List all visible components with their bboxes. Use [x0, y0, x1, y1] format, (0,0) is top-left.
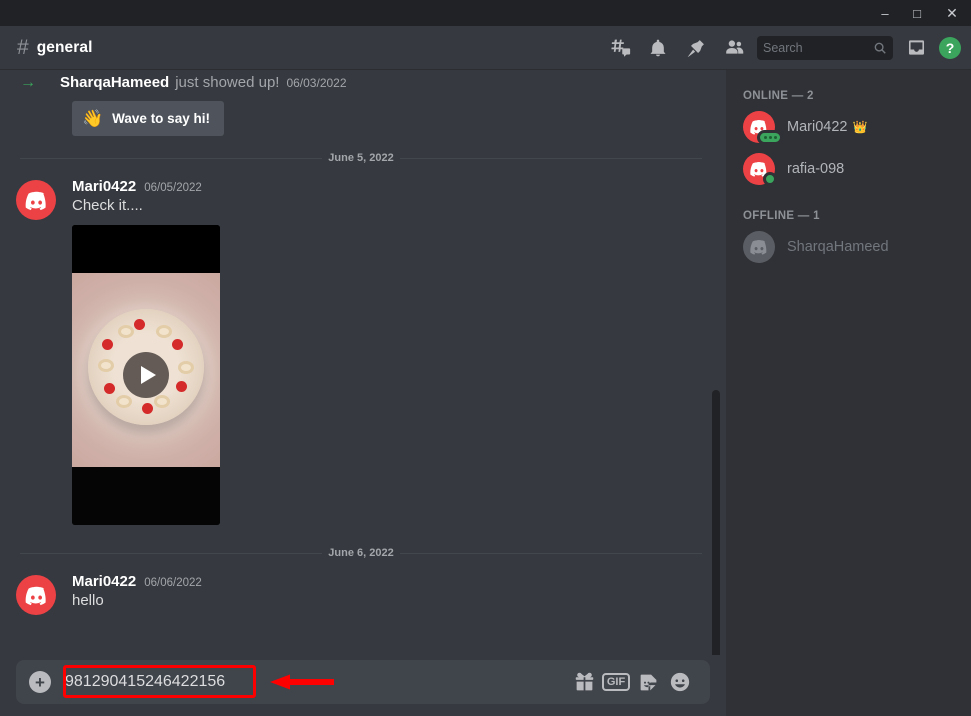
search-icon — [873, 41, 887, 55]
member-name: SharqaHameed — [787, 239, 889, 255]
system-message-timestamp: 06/03/2022 — [286, 76, 347, 90]
online-status-icon — [763, 172, 777, 186]
inbox-icon[interactable] — [897, 29, 935, 67]
gif-icon[interactable]: GIF — [600, 666, 632, 698]
divider-line — [20, 157, 323, 159]
add-attachment-button[interactable]: + — [29, 671, 51, 693]
waving-hand-icon: 👋 — [82, 108, 104, 128]
play-icon[interactable] — [123, 352, 169, 398]
video-letterbox — [72, 467, 220, 525]
search-box[interactable] — [757, 35, 893, 60]
member-list-sidebar: ONLINE — 2 Mari0422 👑 rafia-098 OFFLINE … — [726, 70, 971, 716]
channel-name: general — [36, 38, 93, 56]
sticker-icon[interactable] — [632, 666, 664, 698]
message-row: Mari0422 06/06/2022 hello — [0, 569, 726, 615]
system-join-message: → SharqaHameed just showed up! 06/03/202… — [0, 70, 726, 136]
video-header — [72, 225, 220, 273]
date-divider-june-5: June 5, 2022 — [20, 152, 702, 164]
message-body: Mari0422 06/05/2022 Check it.... — [72, 178, 220, 525]
video-attachment[interactable]: VID-202206... 1.33 MB — [72, 225, 220, 525]
gif-label: GIF — [601, 672, 631, 692]
notification-bell-icon[interactable] — [639, 29, 677, 67]
avatar[interactable] — [16, 575, 56, 615]
member-name: rafia-098 — [787, 161, 845, 177]
member-row-sharqahameed[interactable]: SharqaHameed — [726, 226, 971, 268]
message-scrollbar[interactable] — [712, 390, 720, 655]
divider-line — [20, 552, 323, 554]
date-divider-june-6: June 6, 2022 — [20, 547, 702, 559]
wave-to-say-hi-button[interactable]: 👋 Wave to say hi! — [72, 101, 224, 136]
crown-icon: 👑 — [852, 120, 868, 134]
offline-group-header: OFFLINE — 1 — [743, 210, 820, 222]
avatar-wrapper — [743, 153, 777, 186]
message-text: hello — [72, 592, 104, 609]
header-icon-group: ? — [601, 26, 971, 70]
message-author[interactable]: Mari0422 — [72, 573, 136, 590]
member-row-mari0422[interactable]: Mari0422 👑 — [726, 106, 971, 148]
minimize-button[interactable]: – — [869, 0, 901, 26]
wave-button-label: Wave to say hi! — [112, 111, 210, 126]
divider-line — [399, 552, 702, 554]
help-icon[interactable]: ? — [939, 36, 961, 59]
message-timestamp: 06/05/2022 — [144, 182, 202, 194]
online-group-header: ONLINE — 2 — [743, 90, 814, 102]
member-row-rafia-098[interactable]: rafia-098 — [726, 148, 971, 190]
message-composer: + GIF — [16, 660, 710, 704]
system-message-text: just showed up! — [175, 74, 280, 91]
gift-icon[interactable] — [568, 666, 600, 698]
custom-status-icon — [757, 130, 783, 145]
composer-icon-group: GIF — [568, 666, 696, 698]
divider-line — [399, 157, 702, 159]
threads-icon[interactable] — [601, 29, 639, 67]
maximize-button[interactable]: □ — [901, 0, 933, 26]
avatar[interactable] — [16, 180, 56, 220]
channel-header: # general ? — [0, 26, 971, 70]
system-message-user[interactable]: SharqaHameed — [60, 74, 169, 91]
hash-icon: # — [17, 36, 29, 59]
member-list-icon[interactable] — [715, 29, 753, 67]
avatar-wrapper — [743, 231, 775, 263]
join-arrow-icon: → — [20, 74, 36, 91]
message-input[interactable] — [65, 673, 568, 691]
message-timestamp: 06/06/2022 — [144, 577, 202, 589]
date-divider-label: June 6, 2022 — [328, 547, 394, 559]
search-input[interactable] — [763, 40, 867, 55]
message-text: Check it.... — [72, 197, 143, 214]
message-list: → SharqaHameed just showed up! 06/03/202… — [0, 70, 726, 655]
emoji-icon[interactable] — [664, 666, 696, 698]
member-name: Mari0422 — [787, 119, 848, 135]
avatar-wrapper — [743, 111, 783, 145]
avatar — [743, 231, 775, 263]
discord-window: – □ ✕ # general Search ? → SharqaHameed … — [0, 0, 971, 716]
title-bar: – □ ✕ — [0, 0, 971, 26]
message-body: Mari0422 06/06/2022 hello — [72, 573, 202, 615]
message-author[interactable]: Mari0422 — [72, 178, 136, 195]
pinned-messages-icon[interactable] — [677, 29, 715, 67]
close-button[interactable]: ✕ — [933, 0, 971, 26]
date-divider-label: June 5, 2022 — [328, 152, 394, 164]
message-row: Mari0422 06/05/2022 Check it.... — [0, 174, 726, 525]
